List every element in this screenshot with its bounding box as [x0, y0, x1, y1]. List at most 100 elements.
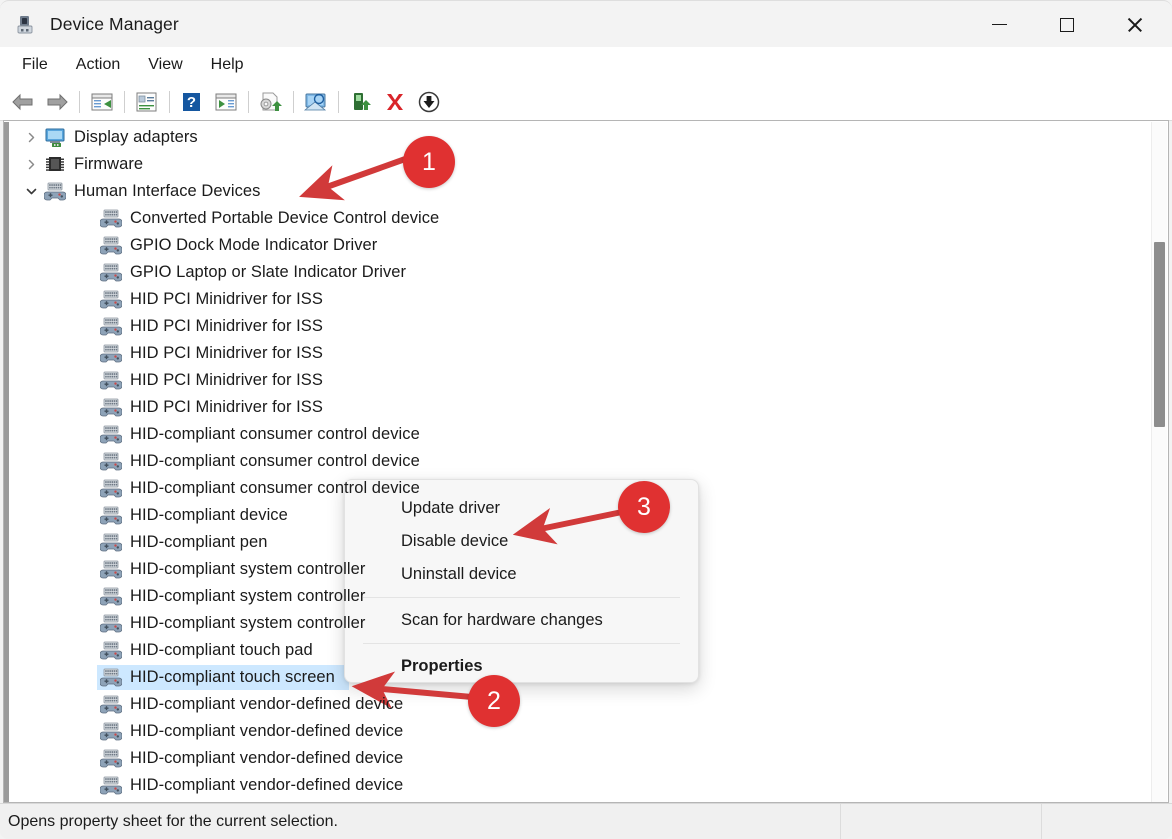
close-button[interactable] — [1112, 1, 1158, 48]
tree-item-label: HID-compliant consumer control device — [130, 452, 420, 470]
menu-item-file[interactable]: File — [12, 54, 58, 76]
tree-item[interactable]: Display adapters — [4, 124, 198, 151]
tree-item[interactable]: HID PCI Minidriver for ISS — [4, 367, 323, 394]
menu-item-view[interactable]: View — [138, 54, 192, 76]
device-tree-panel: Display adapters Firmware Human Interface … — [3, 120, 1169, 803]
status-segment-3 — [1042, 804, 1172, 839]
back-arrow-icon[interactable] — [6, 87, 40, 117]
tree-item[interactable]: HID-compliant vendor-defined device — [4, 718, 403, 745]
context-menu-item-scan-for-hardware-changes[interactable]: Scan for hardware changes — [345, 604, 698, 637]
tree-item-label: GPIO Dock Mode Indicator Driver — [130, 236, 378, 254]
help-icon[interactable]: ? — [175, 87, 209, 117]
toolbar-separator — [169, 90, 170, 113]
tree-item[interactable]: HID-compliant vendor-defined device — [4, 772, 403, 799]
window-title: Device Manager — [50, 13, 179, 34]
context-menu-item-properties[interactable]: Properties — [345, 650, 698, 682]
maximize-button[interactable] — [1044, 1, 1090, 48]
hid-icon — [99, 775, 124, 797]
tree-item[interactable]: Firmware — [4, 151, 143, 178]
hid-icon — [99, 208, 124, 230]
context-menu-item-disable-device[interactable]: Disable device — [345, 525, 698, 558]
chevron-right-icon[interactable] — [18, 151, 44, 178]
tree-item-label: HID-compliant consumer control device — [130, 425, 420, 443]
tree-item-label: Human Interface Devices — [74, 182, 261, 200]
show-hide-console-tree-icon[interactable] — [85, 87, 119, 117]
tree-item-label: HID-compliant touch pad — [130, 641, 313, 659]
minimize-button[interactable] — [976, 1, 1022, 48]
hid-icon — [99, 478, 124, 500]
properties-icon[interactable] — [130, 87, 164, 117]
status-bar: Opens property sheet for the current sel… — [0, 803, 1172, 839]
hid-icon — [99, 667, 124, 689]
tree-item[interactable]: HID-compliant consumer control device — [4, 475, 420, 502]
tree-item[interactable]: Human Interface Devices — [4, 178, 260, 205]
window-controls — [976, 1, 1172, 48]
hid-icon — [99, 451, 124, 473]
toolbar-separator — [338, 90, 339, 113]
tree-item-label: HID PCI Minidriver for ISS — [130, 317, 323, 335]
tree-item[interactable]: HID-compliant system controller — [4, 583, 365, 610]
menu-item-help[interactable]: Help — [201, 54, 254, 76]
tree-item[interactable]: HID PCI Minidriver for ISS — [4, 286, 323, 313]
toolbar: ? — [0, 83, 1172, 121]
tree-item[interactable]: HID PCI Minidriver for ISS — [4, 394, 323, 421]
tree-item[interactable]: HID-compliant device — [4, 502, 288, 529]
scan-for-hardware-changes-icon[interactable] — [299, 87, 333, 117]
show-hide-action-pane-icon[interactable] — [209, 87, 243, 117]
vertical-scrollbar-thumb[interactable] — [1154, 242, 1165, 427]
tree-item-label: HID-compliant touch screen — [130, 668, 335, 686]
hid-icon — [99, 424, 124, 446]
hid-icon — [99, 316, 124, 338]
tree-item[interactable]: HID-compliant consumer control device — [4, 448, 420, 475]
hid-icon — [99, 721, 124, 743]
tree-item[interactable]: HID PCI Minidriver for ISS — [4, 340, 323, 367]
tree-item-label: HID-compliant vendor-defined device — [130, 749, 404, 767]
tree-item-label: HID-compliant system controller — [130, 587, 366, 605]
tree-item[interactable]: HID-compliant touch pad — [4, 637, 313, 664]
tree-item[interactable]: HID-compliant vendor-defined device — [4, 691, 403, 718]
toolbar-separator — [79, 90, 80, 113]
tree-item[interactable]: Converted Portable Device Control device — [4, 205, 439, 232]
tree-item[interactable]: HID-compliant vendor-defined device — [4, 745, 403, 772]
tree-item-label: HID PCI Minidriver for ISS — [130, 344, 323, 362]
uninstall-device-icon[interactable] — [378, 87, 412, 117]
hid-icon — [99, 748, 124, 770]
enable-device-icon[interactable] — [344, 87, 378, 117]
tree-item-label: HID-compliant device — [130, 506, 288, 524]
tree-item[interactable]: HID-compliant system controller — [4, 610, 365, 637]
tree-item[interactable]: HID-compliant pen — [4, 529, 268, 556]
tree-item-label: Display adapters — [74, 128, 198, 146]
chevron-down-icon[interactable] — [18, 178, 44, 205]
hid-icon — [99, 289, 124, 311]
tree-item-label: Converted Portable Device Control device — [130, 209, 440, 227]
vertical-scrollbar[interactable] — [1151, 122, 1167, 802]
update-driver-icon[interactable] — [254, 87, 288, 117]
hid-icon — [99, 640, 124, 662]
tree-item-label: HID-compliant system controller — [130, 614, 366, 632]
hid-icon — [99, 397, 124, 419]
menu-item-action[interactable]: Action — [66, 54, 130, 76]
context-menu-item-uninstall-device[interactable]: Uninstall device — [345, 558, 698, 591]
tree-item[interactable]: GPIO Laptop or Slate Indicator Driver — [4, 259, 406, 286]
tree-item-label: HID-compliant pen — [130, 533, 268, 551]
tree-item[interactable]: HID-compliant consumer control device — [4, 421, 420, 448]
hid-icon — [99, 262, 124, 284]
tree-item-selected[interactable]: HID-compliant touch screen — [4, 664, 349, 691]
forward-arrow-icon[interactable] — [40, 87, 74, 117]
toolbar-separator — [124, 90, 125, 113]
hid-icon — [99, 532, 124, 554]
toolbar-separator — [293, 90, 294, 113]
context-menu-separator — [363, 643, 680, 644]
tree-item[interactable]: GPIO Dock Mode Indicator Driver — [4, 232, 377, 259]
hid-icon — [99, 559, 124, 581]
tree-item-label: Firmware — [74, 155, 144, 173]
hid-icon — [99, 694, 124, 716]
context-menu: Update driver Disable device Uninstall dev… — [344, 479, 699, 683]
tree-item[interactable]: HID PCI Minidriver for ISS — [4, 313, 323, 340]
disable-device-icon[interactable] — [412, 87, 446, 117]
chevron-right-icon[interactable] — [18, 124, 44, 151]
tree-item[interactable]: HID-compliant system controller — [4, 556, 365, 583]
hid-icon — [99, 613, 124, 635]
tree-item-label: HID-compliant system controller — [130, 560, 366, 578]
tree-item-label: HID-compliant vendor-defined device — [130, 776, 404, 794]
